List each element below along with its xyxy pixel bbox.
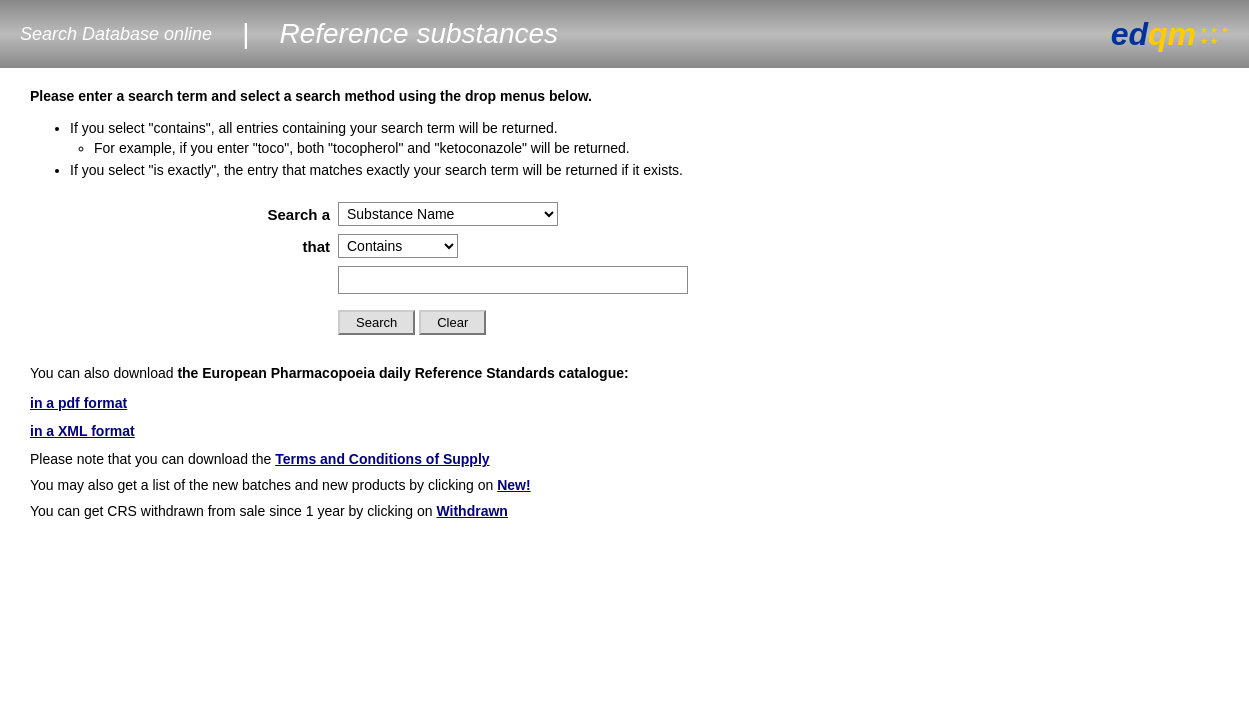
- bullet-contains-example: For example, if you enter "toco", both "…: [94, 140, 1219, 156]
- header-divider: |: [242, 18, 249, 50]
- logo-edom: edqm: [1111, 16, 1196, 53]
- that-label: that: [230, 238, 330, 255]
- instructions-section: If you select "contains", all entries co…: [50, 120, 1219, 178]
- xml-format-link[interactable]: in a XML format: [30, 423, 1219, 439]
- download-intro-text: You can also download the European Pharm…: [30, 365, 1219, 381]
- search-button[interactable]: Search: [338, 310, 415, 335]
- pdf-format-link[interactable]: in a pdf format: [30, 395, 1219, 411]
- logo-ed-part: ed: [1111, 16, 1148, 52]
- search-field-dropdown[interactable]: Substance Name CAS Number Chemical Abstr…: [338, 202, 558, 226]
- new-batches-link[interactable]: New!: [497, 477, 530, 493]
- withdrawn-link[interactable]: Withdrawn: [436, 503, 507, 519]
- terms-conditions-link[interactable]: Terms and Conditions of Supply: [275, 451, 489, 467]
- search-text-input[interactable]: [338, 266, 688, 294]
- bullet-exactly: If you select "is exactly", the entry th…: [70, 162, 1219, 178]
- header-left: Search Database online | Reference subst…: [20, 18, 558, 50]
- search-field-row: Search a Substance Name CAS Number Chemi…: [230, 202, 558, 226]
- logo-stars-top: ★ ★ ★: [1200, 25, 1229, 36]
- note-text: Please note that you can download the Te…: [30, 451, 1219, 467]
- logo-qm-part: qm: [1148, 16, 1196, 52]
- search-form: Search a Substance Name CAS Number Chemi…: [30, 202, 1219, 335]
- main-content: Please enter a search term and select a …: [0, 68, 1249, 539]
- search-a-label: Search a: [230, 206, 330, 223]
- header: Search Database online | Reference subst…: [0, 0, 1249, 68]
- search-buttons: Search Clear: [338, 310, 486, 335]
- withdrawn-text: You can get CRS withdrawn from sale sinc…: [30, 503, 1219, 519]
- bullet-contains: If you select "contains", all entries co…: [70, 120, 1219, 156]
- search-input-row: [230, 266, 688, 294]
- header-logo: edqm ★ ★ ★ ★ ★: [1111, 16, 1229, 53]
- header-db-title: Search Database online: [20, 24, 212, 45]
- batches-text: You may also get a list of the new batch…: [30, 477, 1219, 493]
- intro-bold-text: Please enter a search term and select a …: [30, 88, 1219, 104]
- clear-button[interactable]: Clear: [419, 310, 486, 335]
- download-section: You can also download the European Pharm…: [30, 365, 1219, 519]
- download-intro-bold: the European Pharmacopoeia daily Referen…: [177, 365, 628, 381]
- search-match-dropdown[interactable]: Contains Is exactly: [338, 234, 458, 258]
- search-match-row: that Contains Is exactly: [230, 234, 458, 258]
- header-ref-title: Reference substances: [279, 18, 558, 50]
- logo-stars-bottom: ★ ★: [1200, 36, 1229, 47]
